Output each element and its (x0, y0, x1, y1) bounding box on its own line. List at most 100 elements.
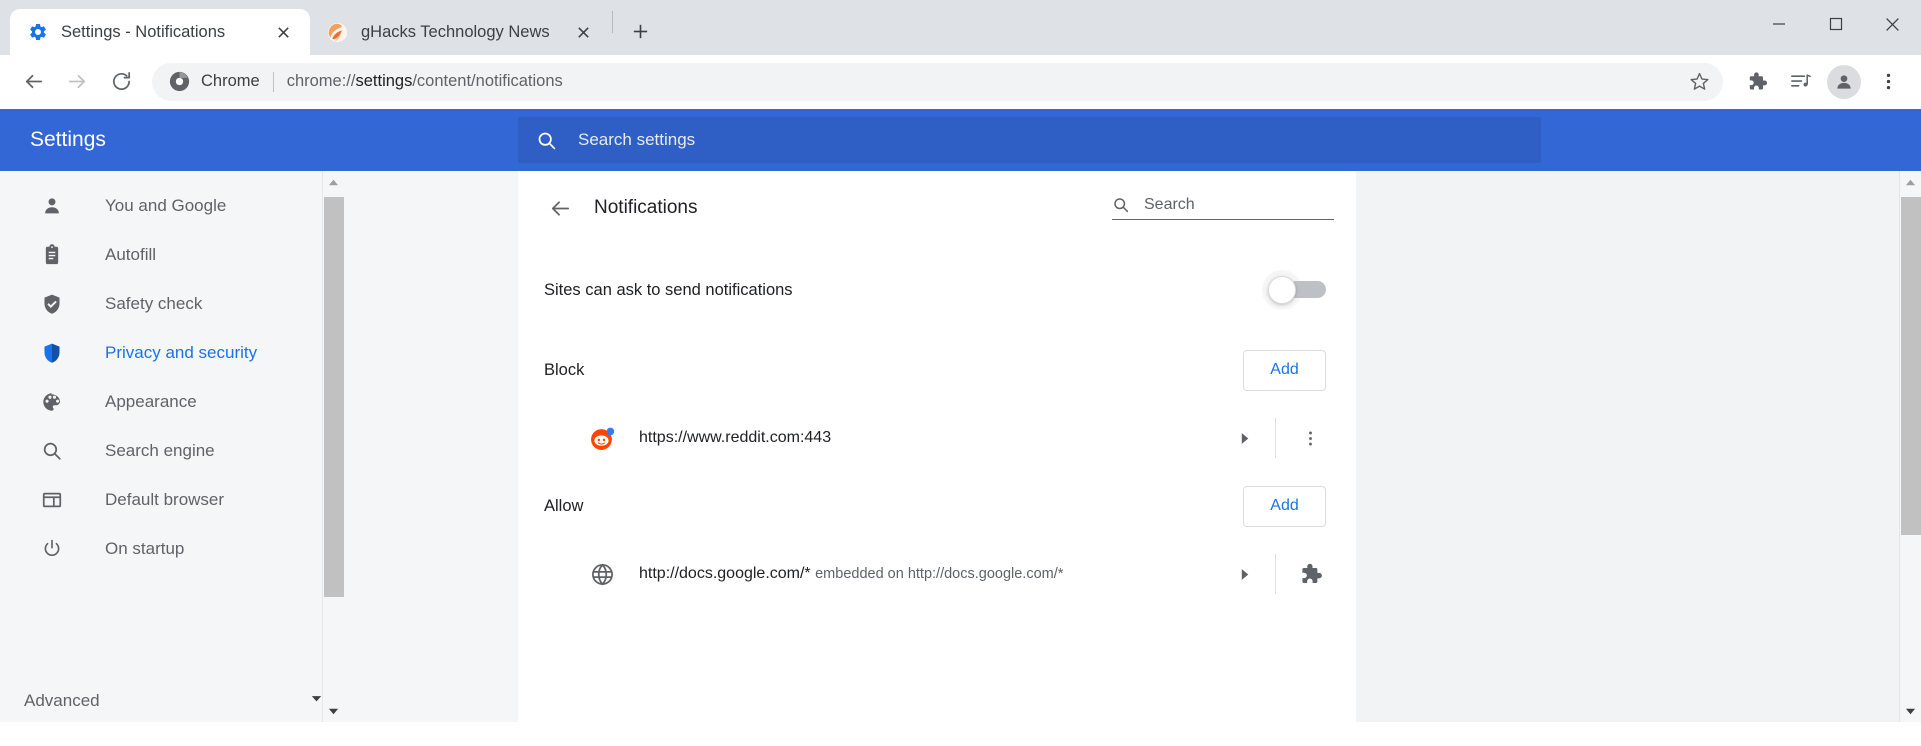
search-icon (1112, 196, 1130, 214)
search-icon (536, 130, 557, 151)
url-highlight: settings (355, 72, 413, 90)
scroll-up-arrow-icon[interactable] (1900, 171, 1921, 193)
sidebar-item-label: Search engine (105, 440, 215, 460)
omnibox-url: chrome://settings/content/notifications (287, 72, 563, 91)
scroll-up-arrow-icon[interactable] (323, 171, 345, 193)
new-tab-button[interactable] (623, 14, 657, 48)
sidebar-item-appearance[interactable]: Appearance (0, 377, 518, 426)
close-icon[interactable] (570, 19, 596, 45)
tab-ghacks-technology-news[interactable]: gHacks Technology News (310, 9, 610, 55)
table-row[interactable]: http://docs.google.com/* embedded on htt… (518, 541, 1356, 607)
site-embedded-label: embedded on http://docs.google.com/* (815, 566, 1064, 582)
close-icon[interactable] (1864, 0, 1921, 48)
gear-icon (27, 22, 48, 43)
puzzle-piece-icon[interactable] (1735, 61, 1777, 103)
chevron-right-icon[interactable] (1227, 432, 1261, 445)
tab-strip: Settings - Notifications gHacks Technolo… (0, 0, 1921, 55)
sidebar-item-safety-check[interactable]: Safety check (0, 279, 518, 328)
sidebar-scroll-thumb[interactable] (323, 197, 344, 597)
notifications-search-input[interactable]: Search (1112, 196, 1334, 220)
sidebar-item-privacy-and-security[interactable]: Privacy and security (0, 328, 518, 377)
omnibox-scheme-label: Chrome (201, 72, 260, 90)
notifications-title: Notifications (594, 197, 698, 218)
sidebar-item-label: Appearance (105, 391, 197, 411)
scroll-down-arrow-icon[interactable] (323, 700, 345, 722)
page-scroll-track[interactable] (1900, 193, 1921, 700)
sidebar-item-label: Autofill (105, 244, 157, 264)
site-text: http://docs.google.com/* embedded on htt… (639, 565, 1227, 583)
sidebar-item-label: Default browser (105, 489, 225, 509)
sidebar-item-label: On startup (105, 538, 185, 558)
address-bar[interactable]: Chrome chrome://settings/content/notific… (152, 62, 1723, 101)
notifications-search-placeholder: Search (1144, 196, 1195, 213)
settings-main-content: Notifications Search Sites can ask to se… (518, 171, 1921, 722)
add-button-block[interactable]: Add (1243, 349, 1326, 391)
settings-page-body: You and Google Autofill Safety check Pri… (0, 171, 1921, 722)
search-settings-placeholder: Search settings (578, 130, 696, 149)
add-button-allow[interactable]: Add (1243, 485, 1326, 527)
tab-separator (612, 11, 613, 33)
search-settings-input[interactable]: Search settings (518, 117, 1541, 163)
close-icon[interactable] (270, 19, 296, 45)
minimize-icon[interactable] (1750, 0, 1807, 48)
settings-sidebar: You and Google Autofill Safety check Pri… (0, 171, 518, 722)
three-dot-menu-icon[interactable] (1286, 429, 1334, 448)
block-section-label: Block (544, 360, 585, 379)
person-icon (40, 194, 64, 218)
site-url: http://docs.google.com/* (639, 565, 811, 582)
sidebar-scrollbar[interactable] (322, 171, 344, 722)
browser-window-icon (40, 488, 64, 512)
media-playlist-icon[interactable] (1779, 61, 1821, 103)
sidebar-nav-list: You and Google Autofill Safety check Pri… (0, 171, 518, 573)
reload-icon[interactable] (100, 61, 142, 103)
row-divider (1275, 418, 1276, 458)
sidebar-item-on-startup[interactable]: On startup (0, 524, 518, 573)
sites-can-ask-row: Sites can ask to send notifications (518, 245, 1356, 335)
url-suffix: /content/notifications (412, 72, 563, 90)
settings-header-bar: Settings Search settings (0, 109, 1921, 171)
row-divider (1275, 554, 1276, 594)
bookmark-star-icon[interactable] (1681, 64, 1717, 100)
tab-settings-notifications[interactable]: Settings - Notifications (10, 9, 310, 55)
scroll-down-arrow-icon[interactable] (1900, 700, 1921, 722)
sidebar-item-advanced[interactable]: Advanced (0, 680, 344, 722)
toggle-knob (1268, 276, 1296, 304)
back-arrow-icon[interactable] (12, 61, 54, 103)
search-icon (40, 439, 64, 463)
forward-arrow-icon[interactable] (56, 61, 98, 103)
notifications-settings-card: Notifications Search Sites can ask to se… (518, 171, 1356, 722)
sidebar-item-label: You and Google (105, 195, 227, 215)
block-section-header: Block Add (518, 335, 1356, 405)
site-url: https://www.reddit.com:443 (639, 429, 832, 446)
sidebar-item-you-and-google[interactable]: You and Google (0, 181, 518, 230)
sidebar-item-search-engine[interactable]: Search engine (0, 426, 518, 475)
sidebar-item-label: Privacy and security (105, 342, 258, 362)
back-arrow-icon[interactable] (540, 188, 580, 228)
window-controls (1750, 0, 1921, 48)
browser-toolbar: Chrome chrome://settings/content/notific… (0, 55, 1921, 109)
clipboard-icon (40, 243, 64, 267)
table-row[interactable]: https://www.reddit.com:443 (518, 405, 1356, 471)
chevron-right-icon[interactable] (1227, 568, 1261, 581)
reddit-icon (589, 425, 615, 451)
sites-can-ask-toggle[interactable] (1262, 270, 1326, 310)
three-dot-menu-icon[interactable] (1867, 61, 1909, 103)
sidebar-item-default-browser[interactable]: Default browser (0, 475, 518, 524)
profile-avatar-icon[interactable] (1827, 64, 1861, 99)
sidebar-item-label: Advanced (24, 691, 100, 710)
page-scrollbar[interactable] (1899, 171, 1921, 722)
notifications-card-header: Notifications Search (518, 171, 1356, 245)
allow-section-label: Allow (544, 496, 584, 515)
page-scroll-thumb[interactable] (1900, 197, 1921, 535)
page-title: Settings (30, 128, 106, 151)
sidebar-item-autofill[interactable]: Autofill (0, 230, 518, 279)
tabs-area: Settings - Notifications gHacks Technolo… (0, 0, 657, 55)
puzzle-piece-icon[interactable] (1286, 561, 1334, 587)
sidebar-scroll-track[interactable] (323, 193, 345, 700)
maximize-icon[interactable] (1807, 0, 1864, 48)
power-icon (40, 537, 64, 561)
tab-title: gHacks Technology News (361, 22, 550, 41)
url-prefix: chrome:// (286, 72, 356, 90)
sites-can-ask-label: Sites can ask to send notifications (544, 280, 793, 299)
globe-icon (589, 561, 615, 587)
